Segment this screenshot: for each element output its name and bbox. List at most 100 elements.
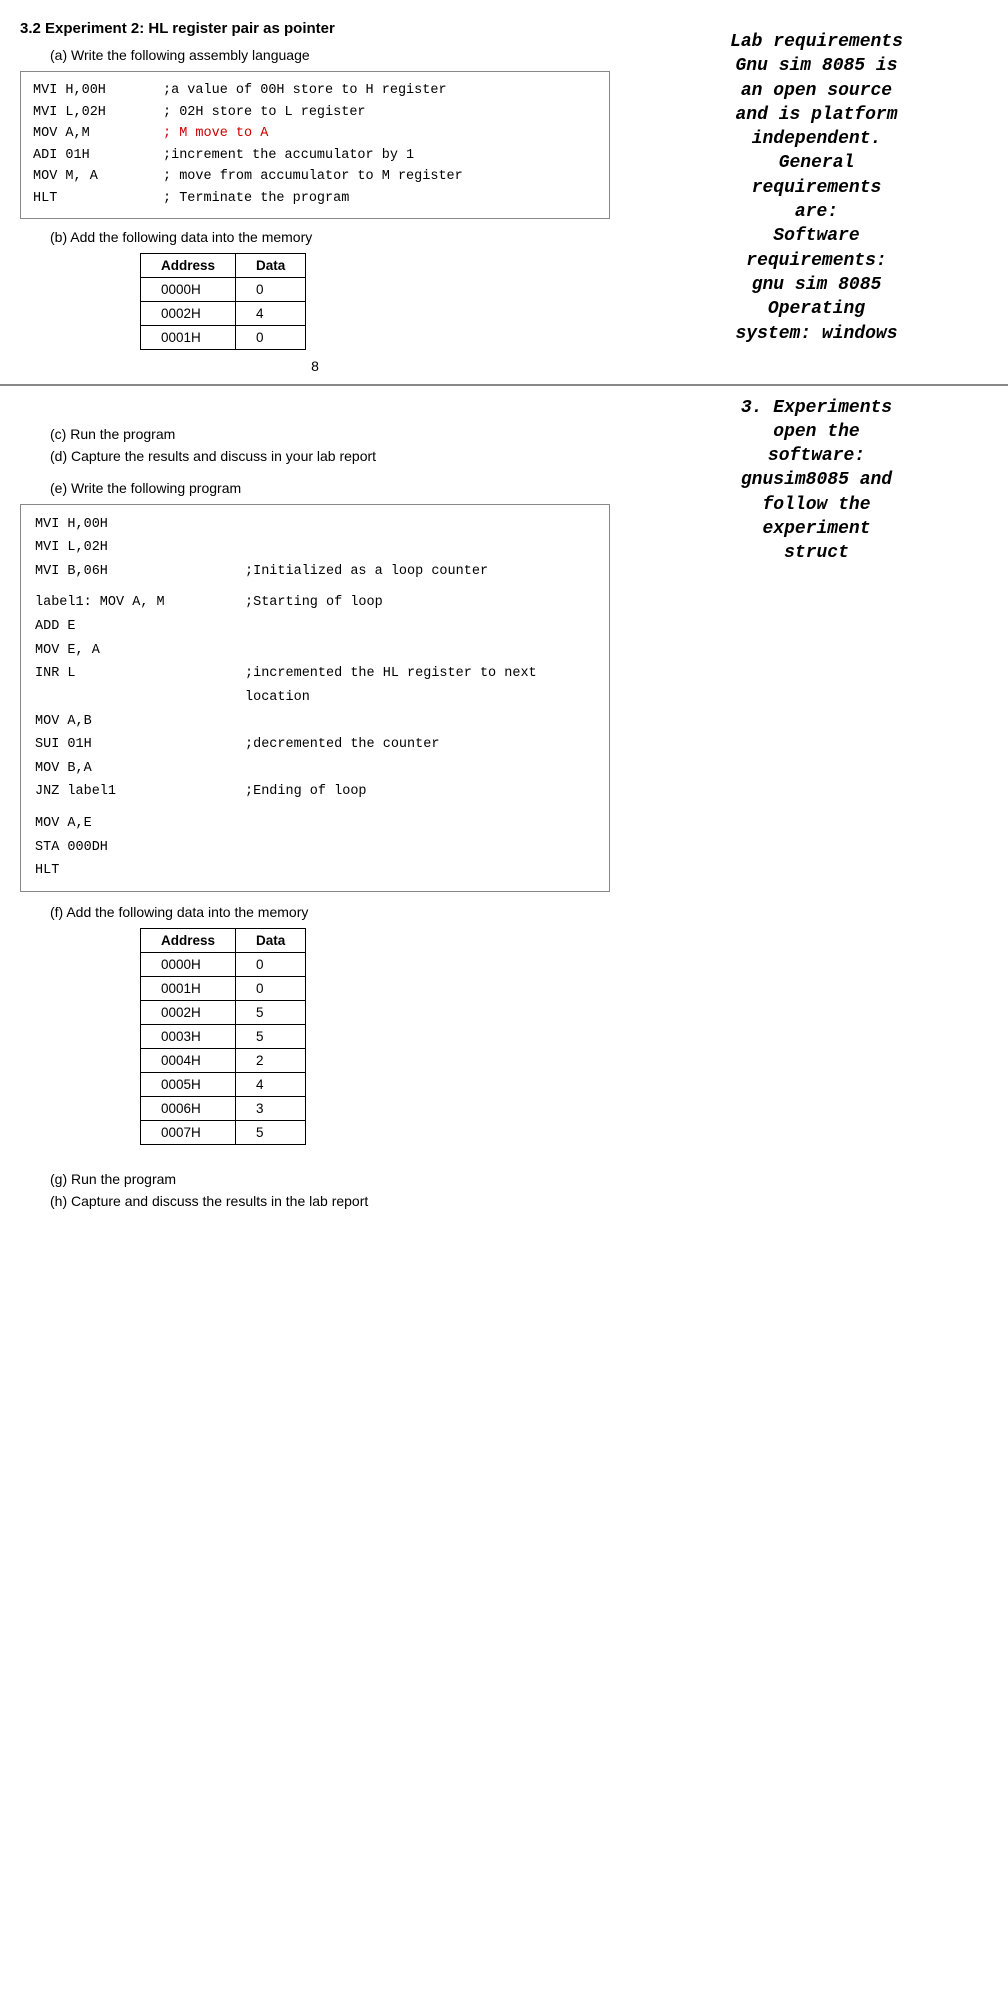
table-header: Data: [236, 928, 306, 952]
prog-instruction: MVI H,00H: [35, 513, 215, 537]
prog-comment: ;Ending of loop: [245, 780, 367, 804]
table-row: 0001H0: [141, 325, 306, 349]
code-line: HLT ; Terminate the program: [33, 188, 597, 210]
code-line: MOV A,M ; M move to A: [33, 123, 597, 145]
program-line: MOV B,A: [35, 757, 595, 781]
table-cell: 0005H: [141, 1072, 236, 1096]
data-table-1: AddressData0000H00002H40001H0: [140, 253, 306, 350]
part-b-label: (b) Add the following data into the memo…: [50, 229, 610, 245]
table-cell: 3: [236, 1096, 306, 1120]
table-cell: 5: [236, 1000, 306, 1024]
prog-instruction: MOV B,A: [35, 757, 215, 781]
prog-instruction: MOV A,E: [35, 812, 215, 836]
code-line: ADI 01H;increment the accumulator by 1: [33, 145, 597, 167]
code-comment: ; Terminate the program: [163, 188, 349, 210]
program-line: MOV A,B: [35, 710, 595, 734]
table-cell: 0006H: [141, 1096, 236, 1120]
program-line: [35, 583, 595, 591]
program-line: MVI H,00H: [35, 513, 595, 537]
prog-instruction: MVI B,06H: [35, 560, 215, 584]
program-line: MVI B,06H ;Initialized as a loop counter: [35, 560, 595, 584]
program-line: MOV A,E: [35, 812, 595, 836]
sidebar-text-top: Lab requirements Gnu sim 8085 is an open…: [640, 30, 993, 346]
sidebar-bottom: 3. Experiments open the software: gnusim…: [630, 386, 1008, 1215]
table-cell: 0004H: [141, 1048, 236, 1072]
code-comment: ; 02H store to L register: [163, 102, 366, 124]
code-instruction: MOV M, A: [33, 166, 143, 188]
prog-instruction: MOV E, A: [35, 639, 215, 663]
table-header: Address: [141, 928, 236, 952]
code-instruction: MVI H,00H: [33, 80, 143, 102]
prog-instruction: JNZ label1: [35, 780, 215, 804]
program-line: label1: MOV A, M ;Starting of loop: [35, 591, 595, 615]
part-a-label: (a) Write the following assembly languag…: [50, 47, 610, 63]
table-cell: 0001H: [141, 976, 236, 1000]
table-row: 0006H3: [141, 1096, 306, 1120]
prog-comment: ;incremented the HL register to next loc…: [245, 662, 595, 709]
prog-instruction: label1: MOV A, M: [35, 591, 215, 615]
table-cell: 0: [236, 325, 306, 349]
part-f-label: (f) Add the following data into the memo…: [50, 904, 610, 920]
table-cell: 4: [236, 1072, 306, 1096]
prog-comment: ;decremented the counter: [245, 733, 439, 757]
code-line: MVI H,00H ;a value of 00H store to H regi…: [33, 80, 597, 102]
table-cell: 4: [236, 301, 306, 325]
part-c-label: (c) Run the program: [50, 426, 610, 442]
table-header: Address: [141, 253, 236, 277]
table-row: 0000H0: [141, 952, 306, 976]
table-row: 0003H5: [141, 1024, 306, 1048]
code-instruction: ADI 01H: [33, 145, 143, 167]
table-row: 0000H0: [141, 277, 306, 301]
table-cell: 5: [236, 1024, 306, 1048]
table-cell: 2: [236, 1048, 306, 1072]
prog-instruction: SUI 01H: [35, 733, 215, 757]
table-cell: 0000H: [141, 277, 236, 301]
code-comment: ;a value of 00H store to H register: [163, 80, 447, 102]
part-g-label: (g) Run the program: [50, 1171, 610, 1187]
sidebar-text-bottom: 3. Experiments open the software: gnusim…: [741, 398, 892, 564]
part-d-label: (d) Capture the results and discuss in y…: [50, 448, 610, 464]
table-cell: 5: [236, 1120, 306, 1144]
table-cell: 0002H: [141, 1000, 236, 1024]
table-header: Data: [236, 253, 306, 277]
prog-instruction: INR L: [35, 662, 215, 709]
sidebar-top: Lab requirements Gnu sim 8085 is an open…: [630, 20, 1008, 384]
table-row: 0002H5: [141, 1000, 306, 1024]
code-comment: ; move from accumulator to M register: [163, 166, 463, 188]
prog-instruction: MVI L,02H: [35, 536, 215, 560]
lower-left-section: (c) Run the program (d) Capture the resu…: [0, 386, 630, 1215]
table-cell: 0001H: [141, 325, 236, 349]
prog-instruction: STA 000DH: [35, 836, 215, 860]
table-cell: 0: [236, 952, 306, 976]
table-cell: 0002H: [141, 301, 236, 325]
prog-comment: ;Initialized as a loop counter: [245, 560, 488, 584]
prog-comment: ;Starting of loop: [245, 591, 383, 615]
table-row: 0007H5: [141, 1120, 306, 1144]
program-line: ADD E: [35, 615, 595, 639]
part-e-label: (e) Write the following program: [50, 480, 610, 496]
code-line: MVI L,02H ; 02H store to L register: [33, 102, 597, 124]
code-box-a: MVI H,00H ;a value of 00H store to H regi…: [20, 71, 610, 219]
code-instruction: MVI L,02H: [33, 102, 143, 124]
program-line: STA 000DH: [35, 836, 595, 860]
table-cell: 0: [236, 277, 306, 301]
page-number: 8: [20, 358, 610, 374]
code-comment: ; M move to A: [163, 123, 268, 145]
table-cell: 0000H: [141, 952, 236, 976]
prog-instruction: HLT: [35, 859, 215, 883]
table-row: 0001H0: [141, 976, 306, 1000]
code-instruction: HLT: [33, 188, 143, 210]
program-line: MVI L,02H: [35, 536, 595, 560]
data-table-2: AddressData0000H00001H00002H50003H50004H…: [140, 928, 306, 1145]
program-line: MOV E, A: [35, 639, 595, 663]
table-row: 0004H2: [141, 1048, 306, 1072]
prog-instruction: ADD E: [35, 615, 215, 639]
part-h-label: (h) Capture and discuss the results in t…: [50, 1193, 610, 1209]
table-row: 0002H4: [141, 301, 306, 325]
section-title: 3.2 Experiment 2: HL register pair as po…: [20, 20, 610, 37]
program-line: [35, 804, 595, 812]
table-cell: 0003H: [141, 1024, 236, 1048]
program-box-e: MVI H,00HMVI L,02HMVI B,06H ;Initialized …: [20, 504, 610, 892]
program-line: INR L ;incremented the HL register to nex…: [35, 662, 595, 709]
code-instruction: MOV A,M: [33, 123, 143, 145]
